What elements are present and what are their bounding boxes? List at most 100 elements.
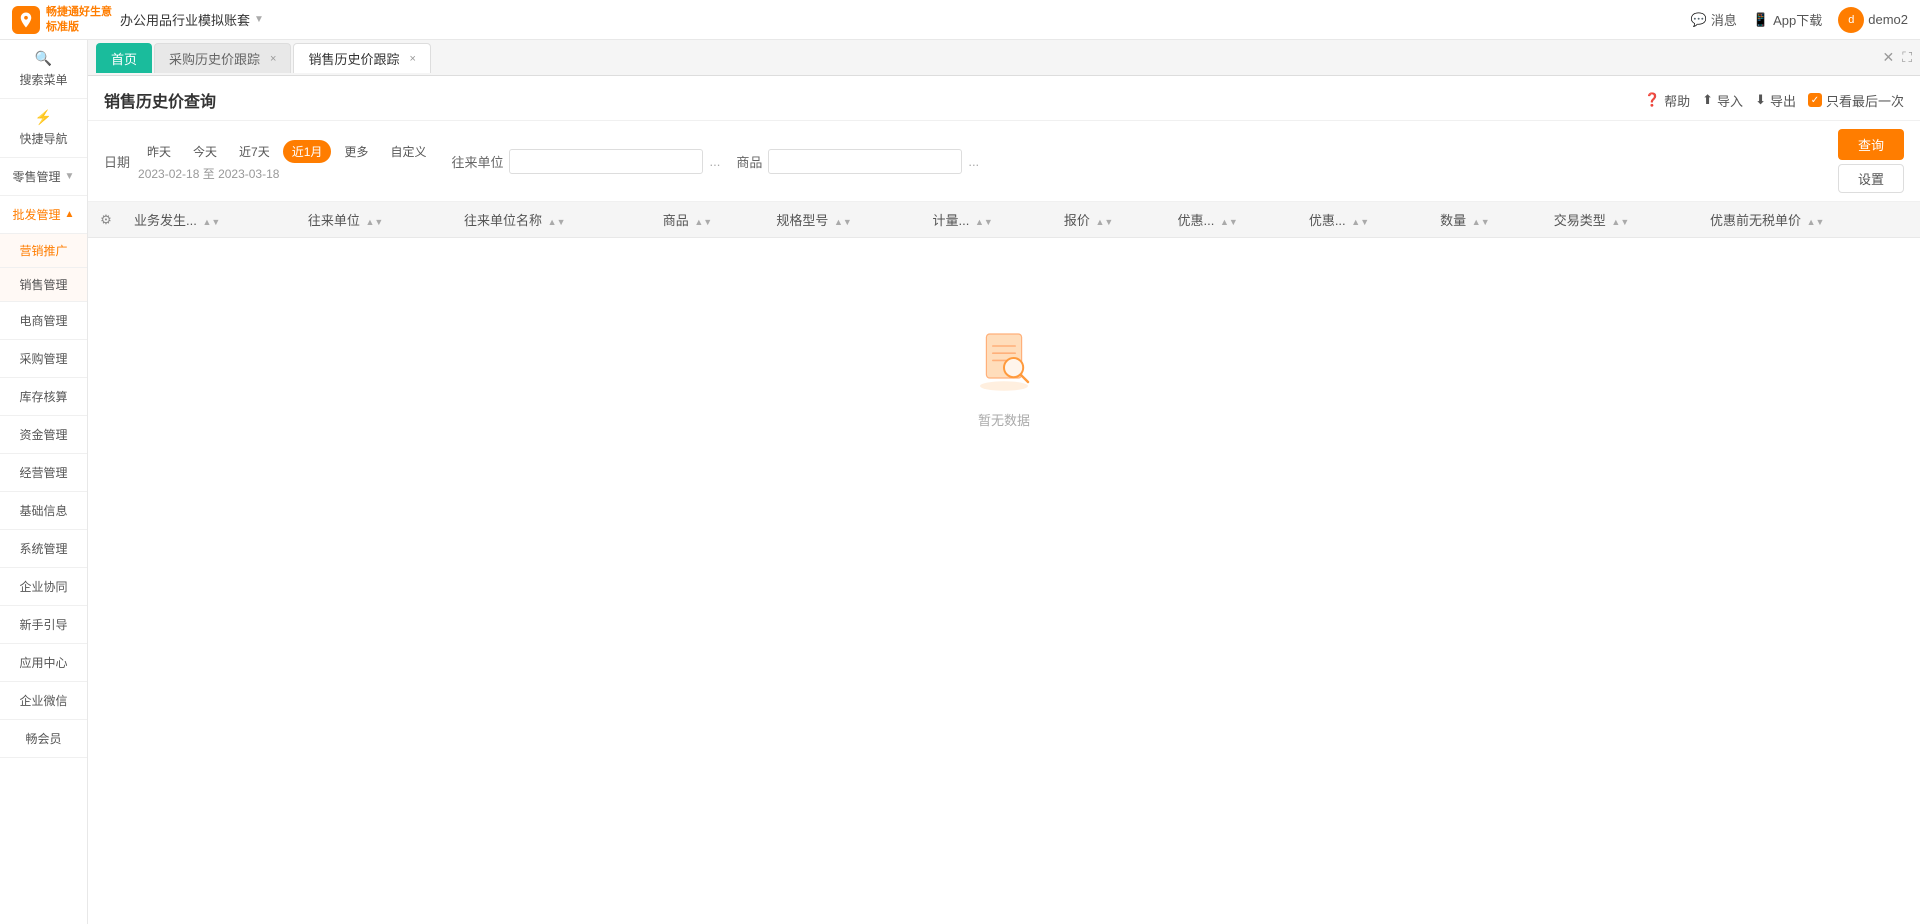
logo-line1: 畅捷通好生意 [46,5,112,19]
partner-filter-group: 往来单位 ... [451,149,720,174]
th-price[interactable]: 报价 ▲▼ [1054,202,1168,238]
operations-label: 经营管理 [19,464,67,481]
sidebar-search-label: 搜索菜单 [19,71,67,88]
breadcrumb-chevron-icon: ▼ [254,14,264,25]
app-download-button[interactable]: 📱 App下载 [1753,10,1822,29]
message-button[interactable]: 💬 消息 [1691,10,1737,29]
date-btn-today[interactable]: 今天 [184,140,226,163]
th-spec[interactable]: 规格型号 ▲▼ [766,202,922,238]
topbar: 畅捷通好生意 标准版 办公用品行业模拟账套 ▼ 💬 消息 📱 App下载 d d… [0,0,1920,40]
system-label: 系统管理 [19,540,67,557]
product-dots[interactable]: ... [968,154,979,169]
retail-label: 零售管理 [13,168,61,185]
search-icon: 🔍 [35,50,52,67]
th-discount1[interactable]: 优惠... ▲▼ [1167,202,1298,238]
sidebar-item-wholesale[interactable]: 批发管理 ▲ [0,196,87,234]
date-btn-more[interactable]: 更多 [335,140,377,163]
sidebar-item-system[interactable]: 系统管理 [0,530,87,568]
guide-label: 新手引导 [19,616,67,633]
import-button[interactable]: ⬆ 导入 [1702,91,1743,110]
logo-icon [12,6,40,34]
th-unit[interactable]: 计量... ▲▼ [923,202,1054,238]
wechat-label: 企业微信 [19,692,67,709]
expand-icon[interactable]: ⛶ [1902,49,1912,66]
th-partner-code[interactable]: 往来单位 ▲▼ [298,202,454,238]
content-main: 首页 采购历史价跟踪 × 销售历史价跟踪 × ✕ ⛶ 销售历史价查询 [88,40,1920,924]
sidebar-item-member[interactable]: 畅会员 [0,720,87,758]
sidebar-item-retail[interactable]: 零售管理 ▼ [0,158,87,196]
basics-label: 基础信息 [19,502,67,519]
date-btn-yesterday[interactable]: 昨天 [138,140,180,163]
sidebar-item-ecommerce[interactable]: 电商管理 [0,302,87,340]
checkbox-icon [1808,93,1822,107]
marketing-label: 营销推广 [19,242,67,259]
product-filter-group: 商品 ... [736,149,979,174]
tab-purchase-close-icon[interactable]: × [270,53,276,65]
page-actions: ❓ 帮助 ⬆ 导入 ⬇ 导出 只看最后一次 [1644,91,1904,110]
settings-button[interactable]: 设置 [1838,164,1904,193]
export-button[interactable]: ⬇ 导出 [1755,91,1796,110]
content-area: 销售历史价查询 ❓ 帮助 ⬆ 导入 ⬇ 导出 [88,76,1920,924]
sidebar-item-apps[interactable]: 应用中心 [0,644,87,682]
download-icon: 📱 [1753,12,1769,28]
th-quantity[interactable]: 数量 ▲▼ [1430,202,1544,238]
partner-input[interactable] [509,149,703,174]
th-transaction-type[interactable]: 交易类型 ▲▼ [1544,202,1700,238]
user-menu[interactable]: d demo2 [1838,7,1908,33]
page-header: 销售历史价查询 ❓ 帮助 ⬆ 导入 ⬇ 导出 [88,76,1920,121]
only-last-checkbox[interactable]: 只看最后一次 [1808,91,1904,110]
sidebar-item-purchase[interactable]: 采购管理 [0,340,87,378]
partner-label: 往来单位 [451,152,503,171]
partner-dots[interactable]: ... [709,154,720,169]
sidebar-item-guide[interactable]: 新手引导 [0,606,87,644]
th-pretax-price[interactable]: 优惠前无税单价 ▲▼ [1700,202,1920,238]
logo-line2: 标准版 [46,20,112,34]
sort-icon: ▲▼ [548,217,566,227]
sales-label: 销售管理 [19,276,67,293]
date-btn-7days[interactable]: 近7天 [230,140,279,163]
th-discount2[interactable]: 优惠... ▲▼ [1299,202,1430,238]
tab-sales-history[interactable]: 销售历史价跟踪 × [293,43,430,73]
tab-sales-close-icon[interactable]: × [409,53,415,65]
help-icon: ❓ [1644,92,1660,108]
enterprise-label: 企业协同 [19,578,67,595]
help-label: 帮助 [1664,91,1690,110]
sidebar-item-basics[interactable]: 基础信息 [0,492,87,530]
date-label: 日期 [104,152,130,171]
sort-icon: ▲▼ [1807,217,1825,227]
th-partner-name[interactable]: 往来单位名称 ▲▼ [454,202,653,238]
gear-settings-icon[interactable]: ⚙ [100,212,112,227]
table-header: ⚙ 业务发生... ▲▼ 往来单位 ▲▼ 往来单位名称 [88,202,1920,238]
breadcrumb[interactable]: 办公用品行业模拟账套 ▼ [120,10,264,29]
finance-label: 资金管理 [19,426,67,443]
th-product[interactable]: 商品 ▲▼ [653,202,767,238]
tab-bar: 首页 采购历史价跟踪 × 销售历史价跟踪 × ✕ ⛶ [88,40,1920,76]
sort-icon: ▲▼ [1611,217,1629,227]
sidebar-item-sales[interactable]: 销售管理 [0,268,87,302]
sidebar-item-search[interactable]: 🔍 搜索菜单 [0,40,87,99]
sidebar-item-marketing[interactable]: 营销推广 [0,234,87,268]
avatar: d [1838,7,1864,33]
product-label: 商品 [736,152,762,171]
tab-purchase-history[interactable]: 采购历史价跟踪 × [154,43,291,73]
table-container: ⚙ 业务发生... ▲▼ 往来单位 ▲▼ 往来单位名称 [88,202,1920,924]
date-btn-custom[interactable]: 自定义 [381,140,435,163]
th-business-date[interactable]: 业务发生... ▲▼ [124,202,298,238]
sort-icon: ▲▼ [1472,217,1490,227]
sidebar-item-operations[interactable]: 经营管理 [0,454,87,492]
only-last-label: 只看最后一次 [1826,91,1904,110]
tab-sales-label: 销售历史价跟踪 [308,49,399,68]
sidebar-item-finance[interactable]: 资金管理 [0,416,87,454]
help-button[interactable]: ❓ 帮助 [1644,91,1690,110]
sidebar-item-wechat[interactable]: 企业微信 [0,682,87,720]
sidebar-item-enterprise[interactable]: 企业协同 [0,568,87,606]
sidebar-item-quicknav[interactable]: ⚡ 快捷导航 [0,99,87,158]
tab-home[interactable]: 首页 [96,43,152,73]
sidebar-item-inventory[interactable]: 库存核算 [0,378,87,416]
close-all-icon[interactable]: ✕ [1882,49,1894,66]
sort-icon: ▲▼ [1351,217,1369,227]
query-button[interactable]: 查询 [1838,129,1904,160]
product-input[interactable] [768,149,962,174]
date-btn-1month[interactable]: 近1月 [283,140,332,163]
logo-area: 畅捷通好生意 标准版 [12,5,112,34]
